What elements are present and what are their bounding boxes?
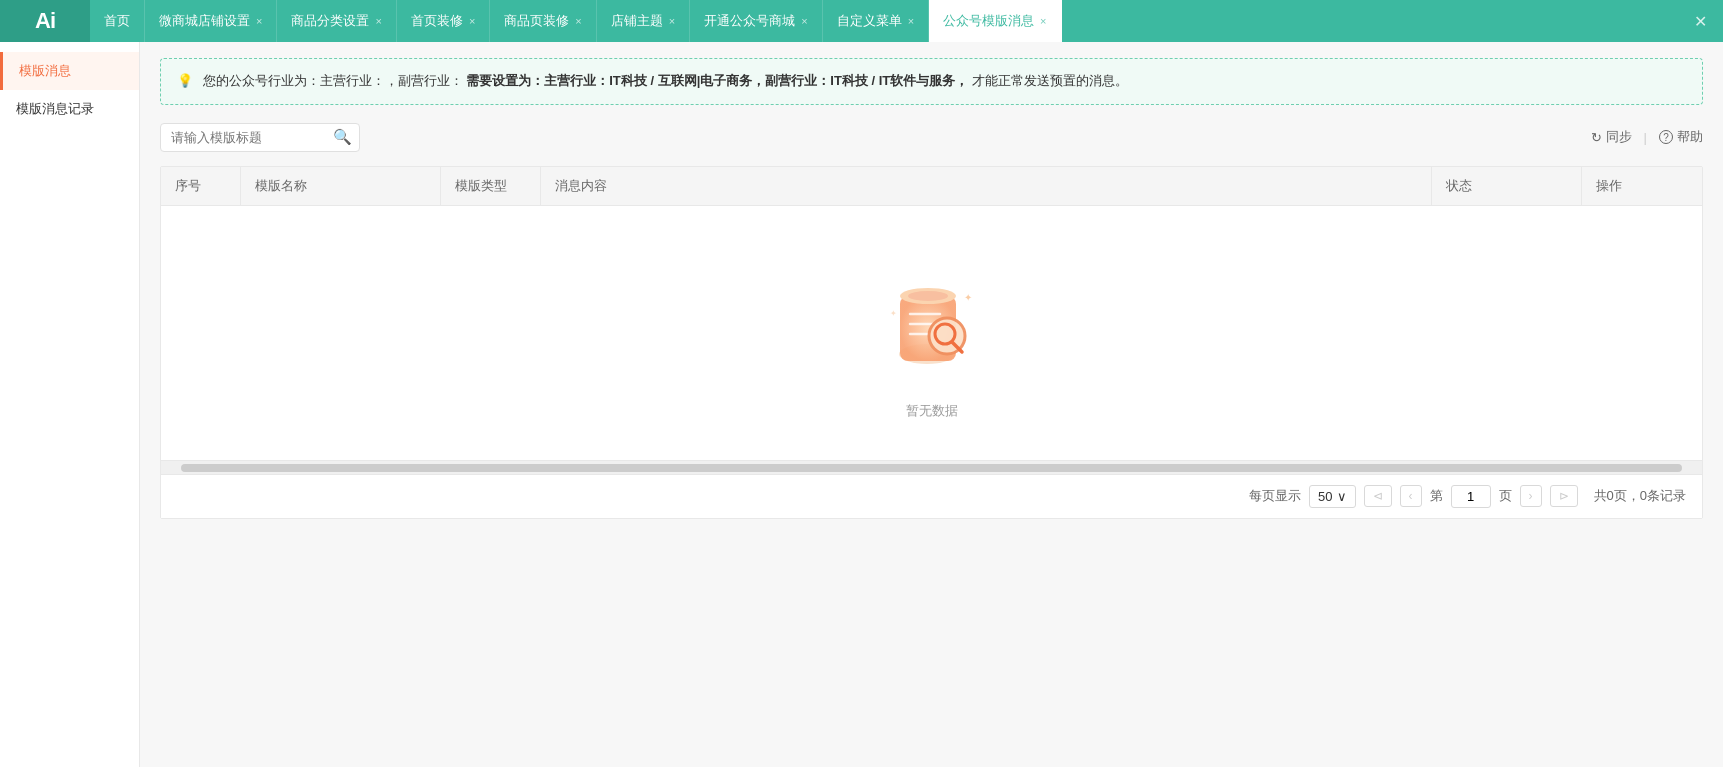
next-page-button[interactable]: › bbox=[1520, 485, 1542, 507]
page-label-after: 页 bbox=[1499, 487, 1512, 505]
close-tab-open-mall-icon[interactable]: × bbox=[801, 15, 807, 27]
first-page-button[interactable]: ⊲ bbox=[1364, 485, 1392, 507]
divider: | bbox=[1644, 130, 1647, 145]
data-table: 序号 模版名称 模版类型 消息内容 状态 操作 bbox=[160, 166, 1703, 519]
search-left: 🔍 bbox=[160, 123, 360, 152]
last-page-button[interactable]: ⊳ bbox=[1550, 485, 1578, 507]
current-page-input[interactable] bbox=[1451, 485, 1491, 508]
col-header-seq: 序号 bbox=[161, 167, 241, 205]
col-header-status: 状态 bbox=[1432, 167, 1582, 205]
svg-point-3 bbox=[908, 291, 948, 301]
page-size-select[interactable]: 50 ∨ bbox=[1309, 485, 1355, 508]
empty-state: ✦ ✦ 暂无数据 bbox=[161, 206, 1702, 460]
close-all-button[interactable]: ✕ bbox=[1678, 12, 1723, 31]
close-tab-custom-menu-icon[interactable]: × bbox=[908, 15, 914, 27]
search-bar: 🔍 ↻ 同步 | ? 帮助 bbox=[160, 123, 1703, 152]
col-header-name: 模版名称 bbox=[241, 167, 441, 205]
nav-tab-template-msg[interactable]: 公众号模版消息× bbox=[929, 0, 1061, 42]
sidebar-item-template-msg-records[interactable]: 模版消息记录 bbox=[0, 90, 139, 128]
sidebar-item-template-msg[interactable]: 模版消息 bbox=[0, 52, 139, 90]
nav-tab-custom-menu[interactable]: 自定义菜单× bbox=[823, 0, 929, 42]
logo: Ai bbox=[0, 0, 90, 42]
content-area: 💡 您的公众号行业为：主营行业：，副营行业： 需要设置为：主营行业：IT科技 /… bbox=[140, 42, 1723, 767]
scrollbar-track bbox=[181, 464, 1682, 472]
prev-page-button[interactable]: ‹ bbox=[1400, 485, 1422, 507]
nav-tabs: 首页微商城店铺设置×商品分类设置×首页装修×商品页装修×店铺主题×开通公众号商城… bbox=[90, 0, 1678, 42]
nav-tab-shop-theme[interactable]: 店铺主题× bbox=[597, 0, 690, 42]
help-label: 帮助 bbox=[1677, 128, 1703, 146]
nav-tab-shop-settings[interactable]: 微商城店铺设置× bbox=[145, 0, 277, 42]
horizontal-scrollbar[interactable] bbox=[161, 460, 1702, 474]
notice-suffix: 才能正常发送预置的消息。 bbox=[972, 73, 1128, 88]
page-label-before: 第 bbox=[1430, 487, 1443, 505]
page-size-label: 每页显示 bbox=[1249, 487, 1301, 505]
sync-icon: ↻ bbox=[1591, 130, 1602, 145]
table-header: 序号 模版名称 模版类型 消息内容 状态 操作 bbox=[161, 167, 1702, 206]
notice-box: 💡 您的公众号行业为：主营行业：，副营行业： 需要设置为：主营行业：IT科技 /… bbox=[160, 58, 1703, 105]
svg-text:✦: ✦ bbox=[890, 309, 897, 318]
help-circle-icon: ? bbox=[1659, 130, 1673, 144]
close-tab-home-decor-icon[interactable]: × bbox=[469, 15, 475, 27]
sync-button[interactable]: ↻ 同步 bbox=[1591, 128, 1632, 146]
close-tab-category-settings-icon[interactable]: × bbox=[375, 15, 381, 27]
notice-icon: 💡 bbox=[177, 73, 193, 88]
search-right: ↻ 同步 | ? 帮助 bbox=[1591, 128, 1703, 146]
close-tab-template-msg-icon[interactable]: × bbox=[1040, 15, 1046, 27]
empty-icon: ✦ ✦ bbox=[872, 266, 992, 386]
close-tab-product-decor-icon[interactable]: × bbox=[575, 15, 581, 27]
nav-tab-open-mall[interactable]: 开通公众号商城× bbox=[690, 0, 822, 42]
svg-text:✦: ✦ bbox=[964, 292, 972, 303]
close-tab-shop-theme-icon[interactable]: × bbox=[669, 15, 675, 27]
search-input[interactable] bbox=[160, 123, 360, 152]
col-header-content: 消息内容 bbox=[541, 167, 1432, 205]
nav-tab-product-decor[interactable]: 商品页装修× bbox=[490, 0, 596, 42]
close-tab-shop-settings-icon[interactable]: × bbox=[256, 15, 262, 27]
col-header-action: 操作 bbox=[1582, 167, 1702, 205]
notice-highlight: 需要设置为：主营行业：IT科技 / 互联网|电子商务，副营行业：IT科技 / I… bbox=[466, 73, 968, 88]
sidebar: 模版消息模版消息记录 bbox=[0, 42, 140, 767]
search-button[interactable]: 🔍 bbox=[333, 128, 352, 146]
col-header-type: 模版类型 bbox=[441, 167, 541, 205]
empty-text: 暂无数据 bbox=[906, 402, 958, 420]
pagination: 每页显示 50 ∨ ⊲ ‹ 第 页 › ⊳ 共0页，0条记录 bbox=[161, 474, 1702, 518]
main-layout: 模版消息模版消息记录 💡 您的公众号行业为：主营行业：，副营行业： 需要设置为：… bbox=[0, 42, 1723, 767]
nav-tab-home[interactable]: 首页 bbox=[90, 0, 145, 42]
nav-tab-home-decor[interactable]: 首页装修× bbox=[397, 0, 490, 42]
page-size-chevron-icon: ∨ bbox=[1337, 489, 1347, 504]
notice-prefix: 您的公众号行业为：主营行业：，副营行业： bbox=[203, 73, 463, 88]
nav-tab-category-settings[interactable]: 商品分类设置× bbox=[277, 0, 396, 42]
help-button[interactable]: ? 帮助 bbox=[1659, 128, 1703, 146]
page-size-value: 50 bbox=[1318, 489, 1332, 504]
total-info: 共0页，0条记录 bbox=[1594, 487, 1686, 505]
search-input-wrap: 🔍 bbox=[160, 123, 360, 152]
sync-label: 同步 bbox=[1606, 128, 1632, 146]
top-nav: Ai 首页微商城店铺设置×商品分类设置×首页装修×商品页装修×店铺主题×开通公众… bbox=[0, 0, 1723, 42]
